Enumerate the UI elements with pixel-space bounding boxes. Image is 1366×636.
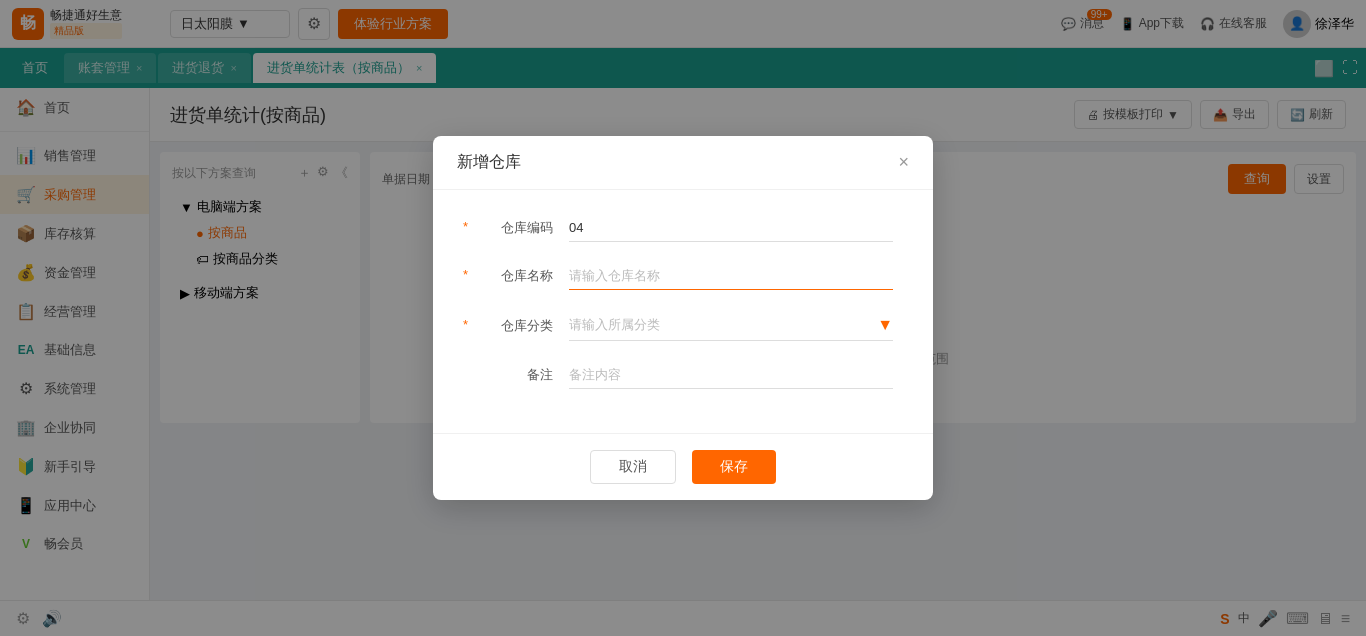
modal-title: 新增仓库 xyxy=(457,152,521,173)
remark-label: 备注 xyxy=(473,366,553,384)
remark-input[interactable] xyxy=(569,361,893,389)
name-input[interactable] xyxy=(569,262,893,290)
name-label: 仓库名称 xyxy=(473,267,553,285)
form-row-remark: 备注 xyxy=(473,361,893,389)
form-row-code: 仓库编码 xyxy=(473,214,893,242)
modal-body: 仓库编码 仓库名称 仓库分类 请输入所属分类 ▼ 备注 xyxy=(433,190,933,433)
category-label: 仓库分类 xyxy=(473,317,553,335)
category-arrow-icon: ▼ xyxy=(877,316,893,334)
category-select[interactable]: 请输入所属分类 ▼ xyxy=(569,310,893,341)
modal-header: 新增仓库 × xyxy=(433,136,933,190)
cancel-button[interactable]: 取消 xyxy=(590,450,676,484)
code-label: 仓库编码 xyxy=(473,219,553,237)
modal-footer: 取消 保存 xyxy=(433,433,933,500)
modal-close-button[interactable]: × xyxy=(898,152,909,173)
modal-backdrop: 新增仓库 × 仓库编码 仓库名称 仓库分类 请输入所属分类 ▼ xyxy=(0,0,1366,636)
code-input[interactable] xyxy=(569,214,893,242)
form-row-category: 仓库分类 请输入所属分类 ▼ xyxy=(473,310,893,341)
save-button[interactable]: 保存 xyxy=(692,450,776,484)
category-placeholder: 请输入所属分类 xyxy=(569,316,660,334)
new-warehouse-modal: 新增仓库 × 仓库编码 仓库名称 仓库分类 请输入所属分类 ▼ xyxy=(433,136,933,500)
form-row-name: 仓库名称 xyxy=(473,262,893,290)
